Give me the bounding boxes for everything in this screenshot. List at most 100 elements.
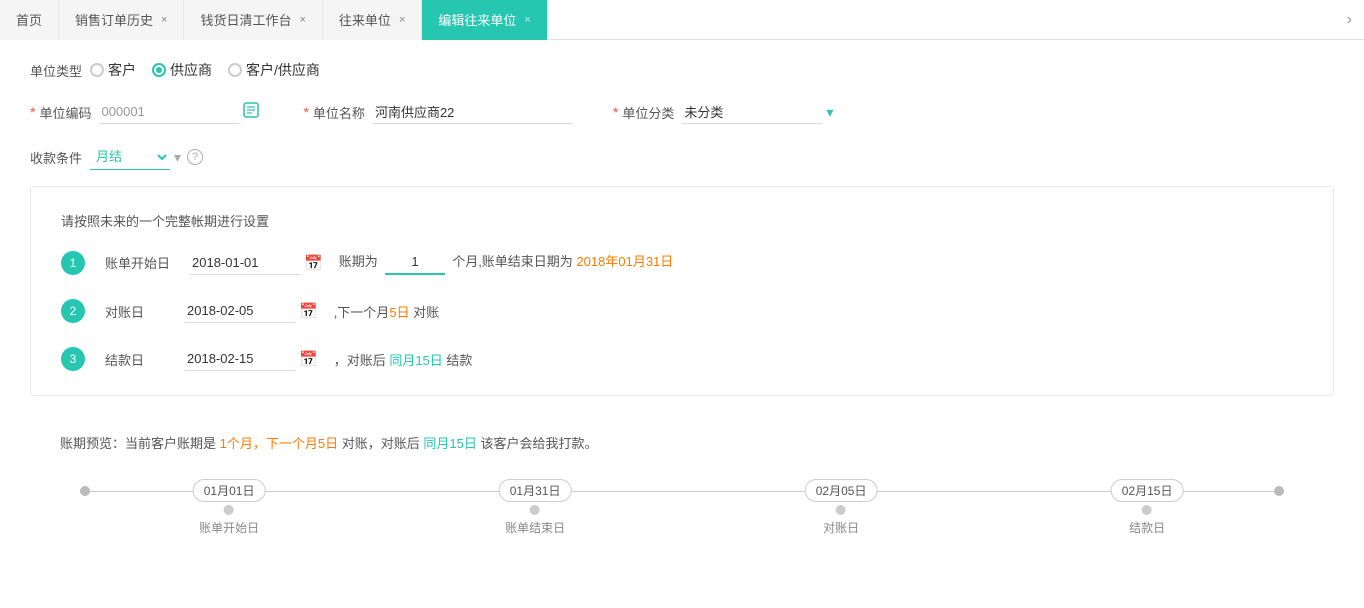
timeline-label-3: 02月05日: [805, 479, 878, 502]
code-required: *: [30, 104, 35, 120]
timeline-point-2: 01月31日 账单结束日: [499, 479, 572, 536]
timeline-desc-3: 对账日: [823, 519, 859, 536]
tab-more-button[interactable]: ›: [1335, 11, 1364, 29]
tab-home[interactable]: 首页: [0, 0, 59, 40]
help-icon[interactable]: ?: [187, 149, 203, 165]
tab-bar: 首页 销售订单历史 × 钱货日清工作台 × 往来单位 × 编辑往来单位 × ›: [0, 0, 1364, 40]
period-row-2: 2 对账日 📅 ,下一个月5日 对账: [61, 299, 1303, 323]
tab-cash-work[interactable]: 钱货日清工作台 ×: [184, 0, 322, 40]
timeline-dot-3: [836, 505, 846, 515]
tab-sales-history[interactable]: 销售订单历史 ×: [59, 0, 184, 40]
date-wrap-3: 📅: [185, 347, 318, 371]
month-input[interactable]: [385, 250, 445, 275]
radio-both-circle: [228, 63, 242, 77]
tab-cash-work-close[interactable]: ×: [299, 14, 305, 26]
timeline-label-2: 01月31日: [499, 479, 572, 502]
tab-cash-work-label: 钱货日清工作台: [200, 10, 291, 29]
radio-customer-circle: [90, 63, 104, 77]
condition-row: 收款条件 月结 ▾ ?: [30, 144, 1334, 170]
unit-type-row: 单位类型 客户 供应商 客户/供应商: [30, 60, 1334, 80]
condition-select[interactable]: 月结: [90, 144, 170, 170]
radio-supplier[interactable]: 供应商: [152, 60, 212, 80]
name-group: * 单位名称: [303, 100, 572, 124]
code-select-button[interactable]: [239, 102, 263, 122]
preview-text: 账期预览：当前客户账期是 1个月，下一个月5日 对账，对账后 同月15日 该客户…: [60, 432, 1304, 455]
preview-part5: 该客户会给我打款。: [480, 436, 597, 451]
code-group: * 单位编码: [30, 100, 263, 124]
name-input[interactable]: [373, 100, 573, 124]
category-input[interactable]: [682, 100, 822, 124]
preview-label: 账期预览：当前客户账期是: [60, 436, 216, 451]
date-input-3[interactable]: [185, 347, 295, 371]
timeline-point-4: 02月15日 结款日: [1111, 479, 1184, 536]
timeline-start-dot: [80, 486, 90, 496]
tab-edit-partner-close[interactable]: ×: [524, 14, 530, 26]
period-index-2: 2: [61, 299, 85, 323]
timeline-desc-2: 账单结束日: [505, 519, 565, 536]
period-desc-2: ,下一个月5日 对账: [334, 302, 440, 321]
timeline-desc-4: 结款日: [1129, 519, 1165, 536]
name-required: *: [303, 104, 308, 120]
preview-part2: 下一个月5日: [266, 436, 338, 451]
radio-customer-label: 客户: [108, 60, 136, 80]
timeline-label-1: 01月01日: [193, 479, 266, 502]
unit-type-group: 单位类型 客户 供应商 客户/供应商: [30, 60, 320, 80]
code-name-category-row: * 单位编码 * 单位名称 * 单位分类 ▾: [30, 100, 1334, 124]
radio-both[interactable]: 客户/供应商: [228, 60, 320, 80]
date-input-2[interactable]: [185, 299, 295, 323]
radio-both-label: 客户/供应商: [246, 60, 320, 80]
timeline-label-4: 02月15日: [1111, 479, 1184, 502]
calendar-icon-2[interactable]: 📅: [299, 302, 318, 320]
tab-partners[interactable]: 往来单位 ×: [323, 0, 422, 40]
period-box: 请按照未来的一个完整帐期进行设置 1 账单开始日 📅 账期为 个月,账单结束日期…: [30, 186, 1334, 396]
period-row-1: 1 账单开始日 📅 账期为 个月,账单结束日期为 2018年01月31日: [61, 250, 1303, 275]
timeline-dot-2: [530, 505, 540, 515]
condition-label: 收款条件: [30, 148, 82, 167]
timeline-container: 01月01日 账单开始日 01月31日 账单结束日 02月05日 对账日 02月…: [60, 479, 1304, 539]
tab-partners-close[interactable]: ×: [399, 14, 405, 26]
calendar-icon-1[interactable]: 📅: [304, 254, 323, 272]
timeline-end-dot: [1274, 486, 1284, 496]
period-field-2: 对账日: [105, 302, 165, 321]
period-row-3: 3 结款日 📅 ，对账后 同月15日 结款: [61, 347, 1303, 371]
condition-group: 收款条件 月结 ▾ ?: [30, 144, 203, 170]
preview-part1: 1个月，: [220, 436, 266, 451]
radio-supplier-circle: [152, 63, 166, 77]
condition-dropdown-icon[interactable]: ▾: [174, 149, 181, 166]
period-desc-suffix-1: 个月,账单结束日期为: [452, 254, 573, 269]
tab-partners-label: 往来单位: [339, 10, 391, 29]
main-content: 单位类型 客户 供应商 客户/供应商 * 单位编码: [0, 40, 1364, 608]
period-index-3: 3: [61, 347, 85, 371]
highlight-day-3: 同月15日: [389, 353, 442, 368]
period-field-3: 结款日: [105, 350, 165, 369]
preview-part4: 同月15日: [423, 436, 476, 451]
tab-sales-history-label: 销售订单历史: [75, 10, 153, 29]
period-desc-prefix-1: 账期为: [339, 254, 378, 269]
timeline-dot-1: [224, 505, 234, 515]
period-field-1: 账单开始日: [105, 253, 170, 272]
highlight-day-2: 5日: [389, 305, 409, 320]
period-index-1: 1: [61, 251, 85, 275]
tab-sales-history-close[interactable]: ×: [161, 14, 167, 26]
unit-type-label: 单位类型: [30, 61, 82, 80]
period-desc-3: ，对账后 同月15日 结款: [334, 350, 473, 369]
date-input-1[interactable]: [190, 251, 300, 275]
preview-part3: 对账，对账后: [342, 436, 420, 451]
category-required: *: [613, 104, 618, 120]
category-group: * 单位分类 ▾: [613, 100, 834, 124]
code-input[interactable]: [99, 100, 239, 124]
timeline-desc-1: 账单开始日: [199, 519, 259, 536]
calendar-icon-3[interactable]: 📅: [299, 350, 318, 368]
category-dropdown-icon[interactable]: ▾: [826, 104, 833, 121]
timeline-dot-4: [1142, 505, 1152, 515]
period-desc-1: 账期为 个月,账单结束日期为 2018年01月31日: [339, 250, 674, 275]
tab-edit-partner[interactable]: 编辑往来单位 ×: [422, 0, 547, 40]
tab-home-label: 首页: [16, 10, 42, 29]
timeline-point-3: 02月05日 对账日: [805, 479, 878, 536]
radio-supplier-label: 供应商: [170, 60, 212, 80]
preview-section: 账期预览：当前客户账期是 1个月，下一个月5日 对账，对账后 同月15日 该客户…: [30, 416, 1334, 555]
tab-edit-partner-label: 编辑往来单位: [438, 10, 516, 29]
code-label: 单位编码: [39, 103, 91, 122]
timeline-track: 01月01日 账单开始日 01月31日 账单结束日 02月05日 对账日 02月…: [70, 479, 1294, 539]
radio-customer[interactable]: 客户: [90, 60, 136, 80]
